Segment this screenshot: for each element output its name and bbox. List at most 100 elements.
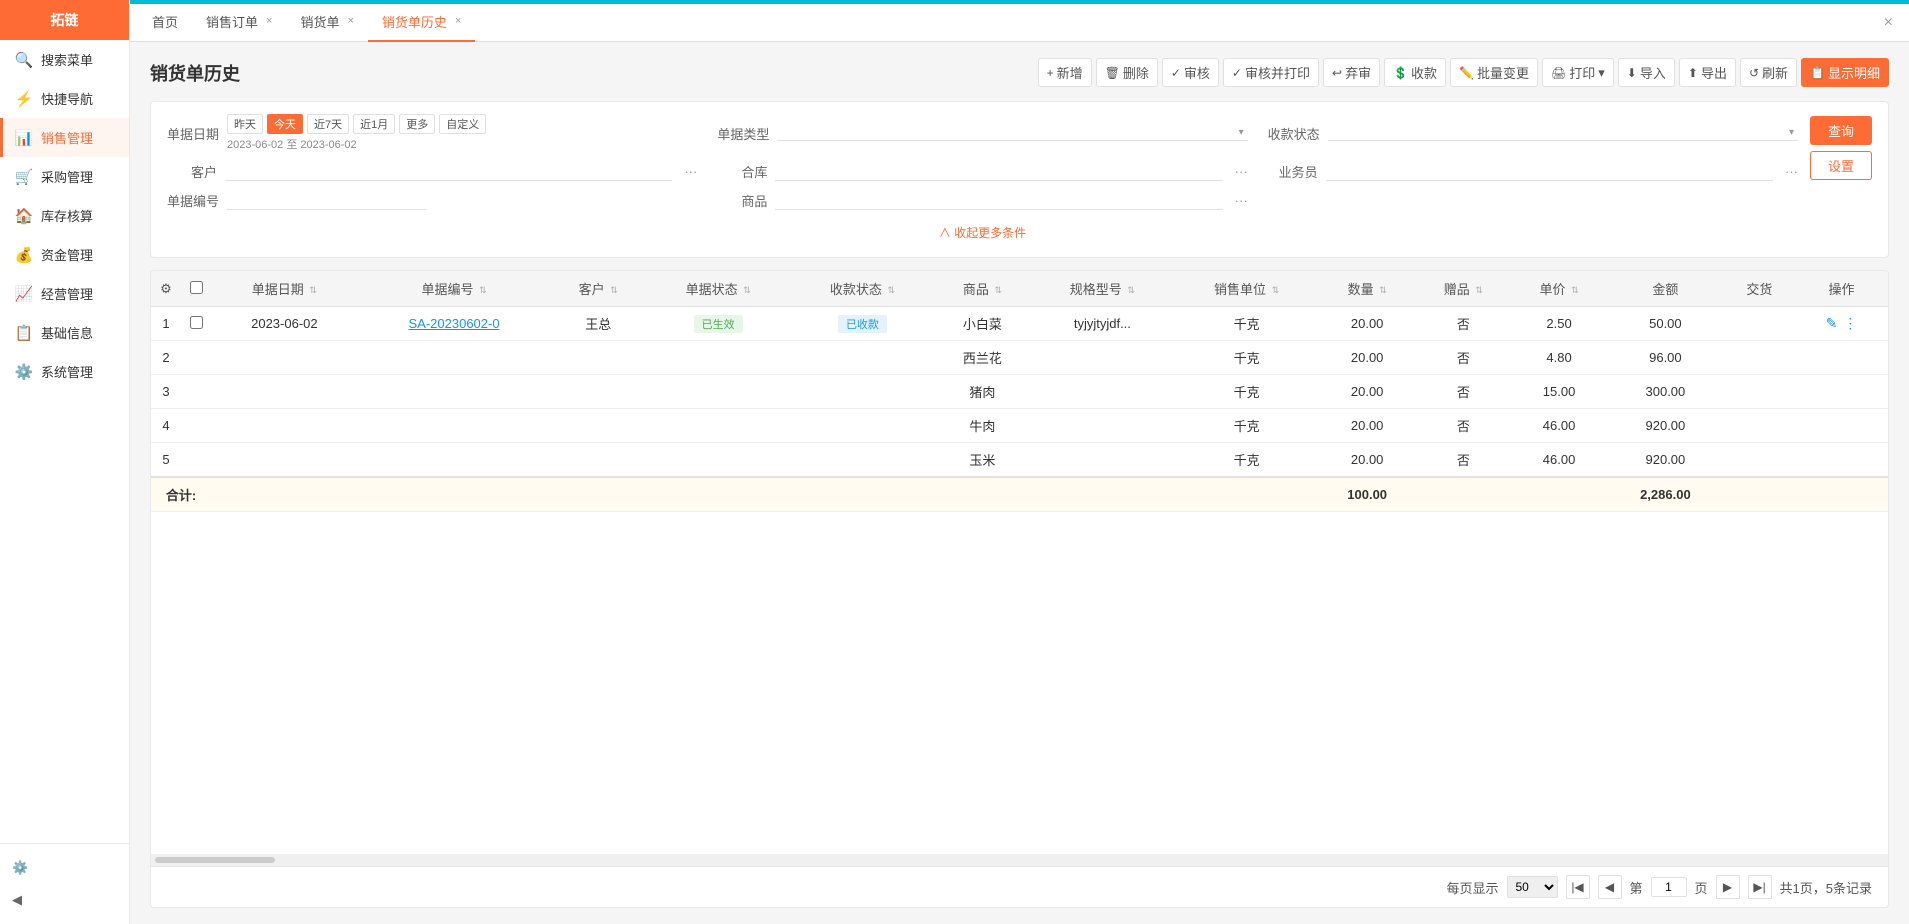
row-doc-no-cell[interactable] bbox=[358, 375, 551, 409]
filter-pay-status-select[interactable]: ▾ bbox=[1328, 125, 1798, 141]
filter-customer-input[interactable] bbox=[225, 162, 672, 181]
filter-doc-type-select[interactable]: ▾ bbox=[777, 125, 1247, 141]
tab-sales-order-close[interactable]: × bbox=[266, 16, 272, 27]
col-doc-status[interactable]: 单据状态 ⇅ bbox=[646, 271, 790, 307]
filter-docno-label: 单据编号 bbox=[167, 191, 219, 210]
warehouse-dots-btn[interactable]: ··· bbox=[1235, 164, 1248, 179]
filter-salesman-input[interactable] bbox=[1326, 162, 1773, 181]
add-button[interactable]: + 新增 bbox=[1038, 58, 1092, 87]
customer-dots-btn[interactable]: ··· bbox=[684, 164, 697, 179]
row-doc-no-cell[interactable] bbox=[358, 409, 551, 443]
data-table: ⚙ 单据日期 ⇅ 单据编号 ⇅ bbox=[151, 271, 1888, 512]
last-page-btn[interactable]: ▶| bbox=[1748, 875, 1772, 899]
sidebar-item-finance-mgmt[interactable]: 💰 资金管理 bbox=[0, 235, 129, 274]
refresh-button[interactable]: ↺ 刷新 bbox=[1740, 58, 1797, 87]
import-button[interactable]: ⬇ 导入 bbox=[1618, 58, 1675, 87]
tab-sales-order[interactable]: 销售订单 × bbox=[192, 4, 286, 42]
more-action-icon[interactable]: ⋮ bbox=[1840, 315, 1860, 331]
col-settings[interactable]: ⚙ bbox=[151, 271, 181, 307]
audit-button[interactable]: ✓ 审核 bbox=[1162, 58, 1219, 87]
col-customer[interactable]: 客户 ⇅ bbox=[550, 271, 646, 307]
col-gift[interactable]: 赠品 ⇅ bbox=[1416, 271, 1512, 307]
col-spec[interactable]: 规格型号 ⇅ bbox=[1030, 271, 1174, 307]
filter-docno-input[interactable] bbox=[227, 191, 427, 210]
abandon-button[interactable]: ↩ 弃审 bbox=[1323, 58, 1380, 87]
audit-print-button[interactable]: ✓ 审核并打印 bbox=[1223, 58, 1319, 87]
col-amount[interactable]: 金额 bbox=[1607, 271, 1724, 307]
current-page-input[interactable] bbox=[1651, 877, 1687, 897]
date-more-btn[interactable]: 更多 bbox=[399, 114, 435, 134]
col-unit-price[interactable]: 单价 ⇅ bbox=[1511, 271, 1607, 307]
operations-icon: 📈 bbox=[15, 285, 33, 303]
sidebar-item-sales-mgmt[interactable]: 📊 销售管理 bbox=[0, 118, 129, 157]
filter-date-controls: 昨天 今天 近7天 近1月 更多 自定义 2023-06-02 至 2023-0… bbox=[227, 114, 697, 152]
tab-bar-close-btn[interactable]: × bbox=[1876, 10, 1901, 36]
row-doc-no-cell[interactable] bbox=[358, 443, 551, 478]
row-unit-cell: 千克 bbox=[1175, 307, 1319, 341]
filter-warehouse-input[interactable] bbox=[775, 162, 1222, 181]
row-doc-no-cell[interactable] bbox=[358, 341, 551, 375]
col-quantity[interactable]: 数量 ⇅ bbox=[1319, 271, 1416, 307]
col-unit[interactable]: 销售单位 ⇅ bbox=[1175, 271, 1319, 307]
scrollbar-thumb[interactable] bbox=[155, 857, 275, 863]
sidebar-item-basic-info[interactable]: 📋 基础信息 bbox=[0, 313, 129, 352]
table-body: 1 2023-06-02 SA-20230602-0 王总 已生效 已收款 小白… bbox=[151, 307, 1888, 478]
filter-row-2: 客户 ··· 合库 ··· 业务员 ··· bbox=[167, 162, 1798, 181]
sidebar-item-sys-mgmt[interactable]: ⚙️ 系统管理 bbox=[0, 352, 129, 391]
delete-button[interactable]: 🗑 删除 bbox=[1096, 58, 1158, 87]
show-detail-button[interactable]: 📋 显示明细 bbox=[1801, 58, 1889, 87]
query-button[interactable]: 查询 bbox=[1810, 116, 1872, 145]
filter-settings-button[interactable]: 设置 bbox=[1810, 151, 1872, 180]
prev-page-btn[interactable]: ◀ bbox=[1598, 875, 1622, 899]
tab-sales-history[interactable]: 销货单历史 × bbox=[368, 4, 475, 42]
sidebar-item-purchase-mgmt[interactable]: 🛒 采购管理 bbox=[0, 157, 129, 196]
row-amount-cell: 920.00 bbox=[1607, 443, 1724, 478]
filter-warehouse-label: 合库 bbox=[717, 162, 767, 181]
col-goods[interactable]: 商品 ⇅ bbox=[935, 271, 1031, 307]
tab-sales-goods-close[interactable]: × bbox=[347, 16, 353, 27]
table-settings-icon[interactable]: ⚙ bbox=[160, 281, 172, 296]
doc-no-link[interactable]: SA-20230602-0 bbox=[409, 316, 500, 331]
filter-goods-input[interactable] bbox=[775, 191, 1222, 210]
edit-action-icon[interactable]: ✎ bbox=[1823, 315, 1841, 331]
col-doc-date-label: 单据日期 bbox=[252, 282, 304, 297]
filter-collapse-btn[interactable]: ∧ 收起更多条件 bbox=[167, 220, 1798, 245]
salesman-dots-btn[interactable]: ··· bbox=[1785, 164, 1798, 179]
row-pay-status-cell bbox=[790, 443, 934, 478]
collect-button[interactable]: 💲 收款 bbox=[1384, 58, 1446, 87]
first-page-btn[interactable]: |◀ bbox=[1566, 875, 1590, 899]
date-7days-btn[interactable]: 近7天 bbox=[307, 114, 349, 134]
date-1month-btn[interactable]: 近1月 bbox=[353, 114, 395, 134]
sidebar-collapse-btn[interactable]: ◀ bbox=[0, 884, 129, 916]
sidebar-item-inventory[interactable]: 🏠 库存核算 bbox=[0, 196, 129, 235]
col-doc-no[interactable]: 单据编号 ⇅ bbox=[358, 271, 551, 307]
date-today-btn[interactable]: 今天 bbox=[267, 114, 303, 134]
tab-sales-goods[interactable]: 销货单 × bbox=[286, 4, 367, 42]
row-doc-no-cell[interactable]: SA-20230602-0 bbox=[358, 307, 551, 341]
batch-change-button[interactable]: ✏️ 批量变更 bbox=[1450, 58, 1538, 87]
select-all-checkbox[interactable] bbox=[190, 281, 203, 294]
export-button[interactable]: ⬆ 导出 bbox=[1679, 58, 1736, 87]
sidebar-bottom-settings[interactable]: ⚙️ bbox=[0, 852, 129, 884]
row-checkbox-cell bbox=[181, 443, 211, 478]
sidebar-item-quick-nav[interactable]: ⚡ 快捷导航 bbox=[0, 79, 129, 118]
pay-status-badge: 已收款 bbox=[838, 315, 887, 333]
page-size-select[interactable]: 50 100 200 bbox=[1507, 876, 1558, 898]
date-custom-btn[interactable]: 自定义 bbox=[439, 114, 486, 134]
print-button[interactable]: 🖨 打印 ▾ bbox=[1542, 58, 1614, 87]
col-transaction[interactable]: 交货 bbox=[1724, 271, 1795, 307]
tab-sales-history-close[interactable]: × bbox=[455, 16, 461, 27]
filter-warehouse-item: 合库 ··· bbox=[717, 162, 1247, 181]
date-yesterday-btn[interactable]: 昨天 bbox=[227, 114, 263, 134]
sidebar-item-search-menu[interactable]: 🔍 搜索菜单 bbox=[0, 40, 129, 79]
col-pay-status[interactable]: 收款状态 ⇅ bbox=[790, 271, 934, 307]
tab-home[interactable]: 首页 bbox=[138, 4, 192, 42]
next-page-btn[interactable]: ▶ bbox=[1716, 875, 1740, 899]
row-checkbox[interactable] bbox=[190, 316, 203, 329]
sidebar-item-operations[interactable]: 📈 经营管理 bbox=[0, 274, 129, 313]
goods-dots-btn[interactable]: ··· bbox=[1235, 193, 1248, 208]
row-unit-price-cell: 2.50 bbox=[1511, 307, 1607, 341]
col-doc-date[interactable]: 单据日期 ⇅ bbox=[211, 271, 358, 307]
delete-icon: 🗑 bbox=[1105, 66, 1120, 80]
horizontal-scrollbar[interactable] bbox=[151, 854, 1888, 866]
